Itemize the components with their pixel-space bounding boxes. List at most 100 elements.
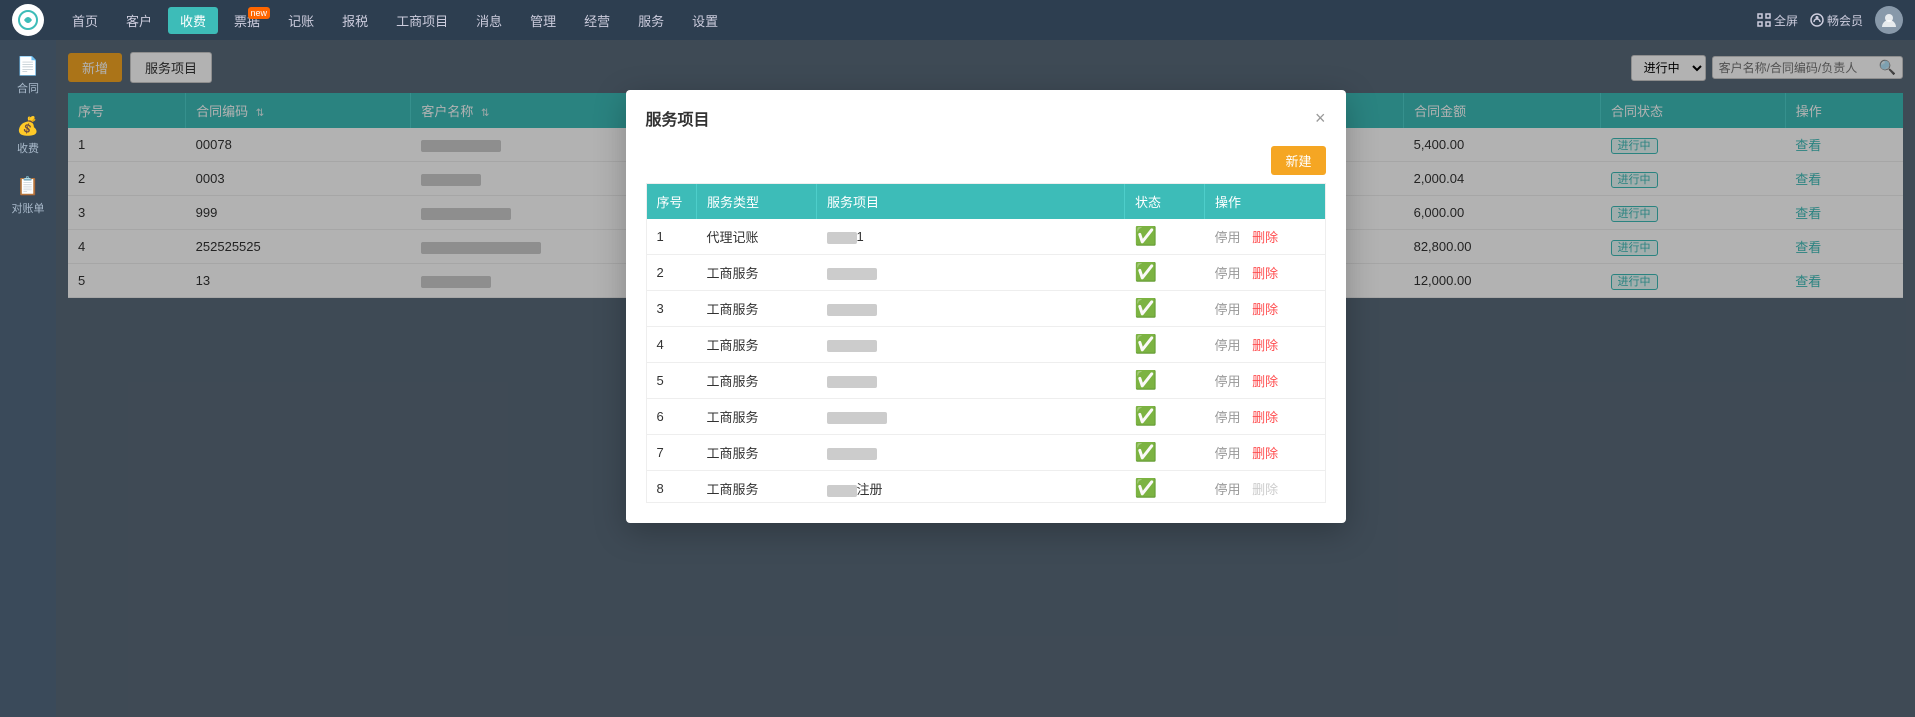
- nav-home[interactable]: 首页: [60, 7, 110, 34]
- status-check-icon: ✅: [1135, 370, 1157, 390]
- app-logo[interactable]: [12, 4, 44, 36]
- modal-cell-action: 停用 删除: [1205, 219, 1325, 255]
- user-avatar[interactable]: [1875, 6, 1903, 34]
- nav-tax[interactable]: 报税: [330, 7, 380, 34]
- modal-cell-item: 1: [817, 219, 1125, 255]
- stop-button[interactable]: 停用: [1215, 482, 1241, 497]
- modal-cell-item: [817, 399, 1125, 435]
- modal-cell-seq: 5: [647, 363, 697, 399]
- modal-table-row: 3 工商服务 ✅ 停用 删除: [647, 291, 1325, 327]
- modal-cell-status: ✅: [1125, 471, 1205, 504]
- nav-bookkeeping[interactable]: 记账: [276, 7, 326, 34]
- modal-cell-status: ✅: [1125, 291, 1205, 327]
- modal-cell-seq: 7: [647, 435, 697, 471]
- status-check-icon: ✅: [1135, 298, 1157, 318]
- modal-cell-status: ✅: [1125, 327, 1205, 363]
- modal-scroll-area[interactable]: 序号 服务类型 服务项目 状态 操作 1 代理记账 1 ✅ 停用 删除: [646, 183, 1326, 503]
- modal-new-button[interactable]: 新建: [1271, 146, 1325, 175]
- modal-col-seq: 序号: [647, 184, 697, 219]
- delete-button[interactable]: 删除: [1252, 410, 1278, 425]
- nav-fees[interactable]: 收费: [168, 7, 218, 34]
- stop-button[interactable]: 停用: [1215, 410, 1241, 425]
- modal-cell-status: ✅: [1125, 399, 1205, 435]
- modal-cell-status: ✅: [1125, 255, 1205, 291]
- nav-service[interactable]: 服务: [626, 7, 676, 34]
- delete-button[interactable]: 删除: [1252, 266, 1278, 281]
- modal-cell-action: 停用 删除: [1205, 291, 1325, 327]
- modal-cell-status: ✅: [1125, 219, 1205, 255]
- modal-col-action: 操作: [1205, 184, 1325, 219]
- nav-invoice[interactable]: 票据 new: [222, 7, 272, 34]
- modal-cell-type: 工商服务: [697, 399, 817, 435]
- modal-title: 服务项目: [646, 106, 710, 130]
- modal-cell-action: 停用 删除: [1205, 327, 1325, 363]
- modal-cell-seq: 2: [647, 255, 697, 291]
- status-check-icon: ✅: [1135, 442, 1157, 462]
- fees-icon: 💰: [17, 116, 39, 137]
- stop-button[interactable]: 停用: [1215, 302, 1241, 317]
- fullscreen-btn[interactable]: 全屏: [1757, 12, 1798, 29]
- modal-table-row: 6 工商服务 ✅ 停用 删除: [647, 399, 1325, 435]
- modal-cell-item: [817, 327, 1125, 363]
- stop-button[interactable]: 停用: [1215, 338, 1241, 353]
- modal-col-type: 服务类型: [697, 184, 817, 219]
- sidebar-item-contract[interactable]: 📄 合同: [3, 48, 53, 104]
- delete-button: 删除: [1252, 482, 1278, 497]
- modal-toolbar: 新建: [626, 138, 1346, 183]
- status-check-icon: ✅: [1135, 406, 1157, 426]
- modal-cell-seq: 6: [647, 399, 697, 435]
- modal-body: 序号 服务类型 服务项目 状态 操作 1 代理记账 1 ✅ 停用 删除: [626, 183, 1346, 523]
- modal-close-button[interactable]: ×: [1315, 108, 1326, 129]
- modal-cell-item: [817, 363, 1125, 399]
- modal-cell-action: 停用 删除: [1205, 399, 1325, 435]
- statement-icon: 📋: [17, 176, 39, 197]
- nav-manage[interactable]: 管理: [518, 7, 568, 34]
- modal-table-row: 2 工商服务 ✅ 停用 删除: [647, 255, 1325, 291]
- sidebar: 📄 合同 💰 收费 📋 对账单: [0, 40, 56, 717]
- nav-right-area: 全屏 畅会员: [1757, 6, 1903, 34]
- new-badge: new: [248, 7, 271, 19]
- modal-cell-action: 停用 删除: [1205, 363, 1325, 399]
- sidebar-label-statement: 对账单: [12, 200, 45, 216]
- stop-button[interactable]: 停用: [1215, 266, 1241, 281]
- stop-button[interactable]: 停用: [1215, 374, 1241, 389]
- sidebar-item-statement[interactable]: 📋 对账单: [3, 168, 53, 224]
- nav-message[interactable]: 消息: [464, 7, 514, 34]
- nav-customer[interactable]: 客户: [114, 7, 164, 34]
- delete-button[interactable]: 删除: [1252, 230, 1278, 245]
- nav-business[interactable]: 工商项目: [384, 7, 460, 34]
- modal-cell-status: ✅: [1125, 435, 1205, 471]
- sidebar-item-fees[interactable]: 💰 收费: [3, 108, 53, 164]
- status-check-icon: ✅: [1135, 262, 1157, 282]
- modal-cell-item: [817, 255, 1125, 291]
- modal-cell-type: 工商服务: [697, 291, 817, 327]
- modal-cell-seq: 1: [647, 219, 697, 255]
- delete-button[interactable]: 删除: [1252, 338, 1278, 353]
- modal-cell-type: 工商服务: [697, 435, 817, 471]
- delete-button[interactable]: 删除: [1252, 374, 1278, 389]
- modal-cell-type: 工商服务: [697, 471, 817, 504]
- modal-table-row: 4 工商服务 ✅ 停用 删除: [647, 327, 1325, 363]
- stop-button[interactable]: 停用: [1215, 446, 1241, 461]
- modal-cell-item: 注册: [817, 471, 1125, 504]
- top-navigation: 首页 客户 收费 票据 new 记账 报税 工商项目 消息 管理 经营 服务 设…: [0, 0, 1915, 40]
- status-check-icon: ✅: [1135, 478, 1157, 498]
- delete-button[interactable]: 删除: [1252, 446, 1278, 461]
- modal-cell-type: 工商服务: [697, 327, 817, 363]
- modal-col-status: 状态: [1125, 184, 1205, 219]
- delete-button[interactable]: 删除: [1252, 302, 1278, 317]
- modal-cell-status: ✅: [1125, 363, 1205, 399]
- modal-cell-type: 工商服务: [697, 363, 817, 399]
- member-btn[interactable]: 畅会员: [1810, 12, 1863, 29]
- nav-operation[interactable]: 经营: [572, 7, 622, 34]
- stop-button[interactable]: 停用: [1215, 230, 1241, 245]
- sidebar-label-fees: 收费: [17, 140, 39, 156]
- modal-table-header: 序号 服务类型 服务项目 状态 操作: [647, 184, 1325, 219]
- modal-cell-seq: 3: [647, 291, 697, 327]
- modal-col-item: 服务项目: [817, 184, 1125, 219]
- service-items-modal: 服务项目 × 新建 序号 服务类型 服务项目 状态 操作: [626, 90, 1346, 523]
- nav-settings[interactable]: 设置: [680, 7, 730, 34]
- modal-cell-seq: 8: [647, 471, 697, 504]
- contract-icon: 📄: [17, 56, 39, 77]
- modal-cell-action: 停用 删除: [1205, 255, 1325, 291]
